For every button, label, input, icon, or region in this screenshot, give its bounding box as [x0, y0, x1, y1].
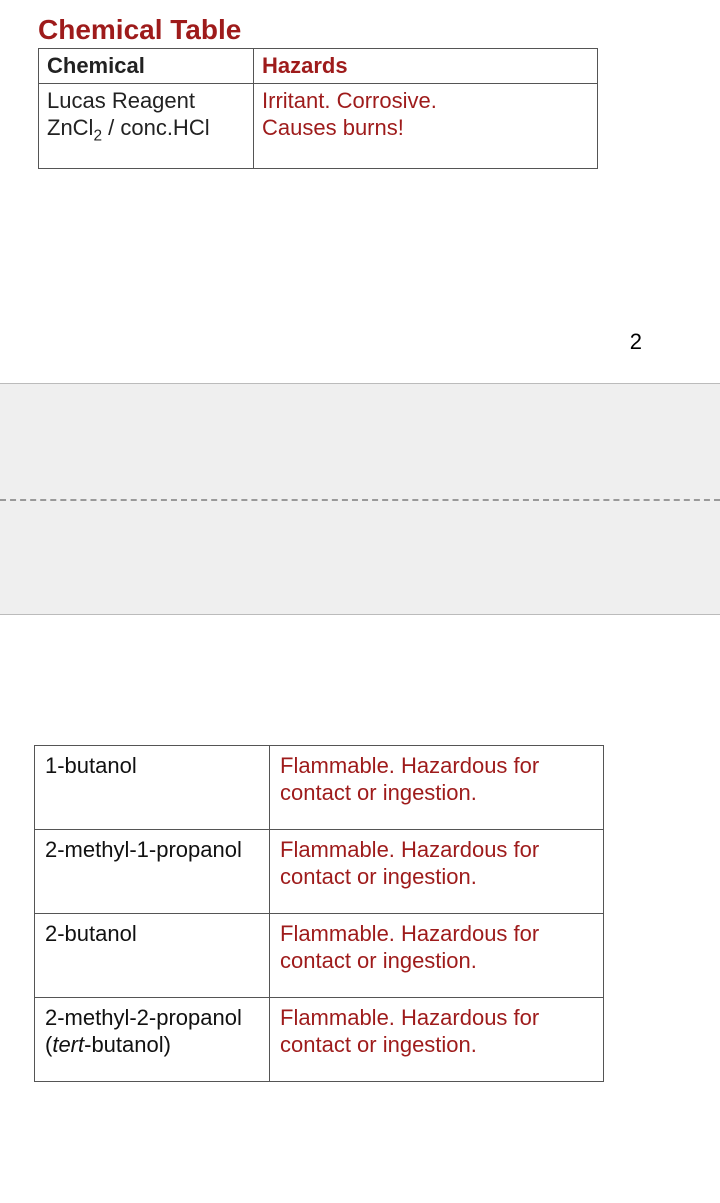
table-row: 2-butanol Flammable. Hazardous for conta… — [35, 913, 604, 997]
chem-line2a: ZnCl — [47, 115, 93, 140]
chemical-cell: 1-butanol — [35, 745, 270, 829]
chem-extra-suffix: -butanol) — [84, 1032, 171, 1057]
chemical-cell: 2-methyl-2-propanol (tert-butanol) — [35, 997, 270, 1081]
header-chemical: Chemical — [39, 49, 254, 84]
chem-subscript: 2 — [93, 127, 102, 144]
haz-line1: Irritant. Corrosive. — [262, 88, 437, 113]
haz-line2: Causes burns! — [262, 115, 404, 140]
hazard-cell: Flammable. Hazardous for contact or inge… — [270, 745, 604, 829]
chemical-table-top: Chemical Hazards Lucas Reagent ZnCl2 / c… — [38, 48, 598, 169]
page-top: Chemical Table Chemical Hazards Lucas Re… — [0, 0, 720, 383]
chem-name: 2-methyl-1-propanol — [45, 837, 242, 862]
chem-extra-ital: tert — [52, 1032, 84, 1057]
table-row: Lucas Reagent ZnCl2 / conc.HCl Irritant.… — [39, 83, 598, 168]
table-row: 2-methyl-2-propanol (tert-butanol) Flamm… — [35, 997, 604, 1081]
page-bottom: 1-butanol Flammable. Hazardous for conta… — [0, 615, 720, 1122]
hazard-cell: Flammable. Hazardous for contact or inge… — [270, 997, 604, 1081]
page-number: 2 — [38, 329, 682, 383]
table-header-row: Chemical Hazards — [39, 49, 598, 84]
header-hazards: Hazards — [254, 49, 598, 84]
table-row: 2-methyl-1-propanol Flammable. Hazardous… — [35, 829, 604, 913]
chemical-cell: Lucas Reagent ZnCl2 / conc.HCl — [39, 83, 254, 168]
hazard-cell: Irritant. Corrosive. Causes burns! — [254, 83, 598, 168]
page-gap — [0, 383, 720, 615]
chem-name: 2-butanol — [45, 921, 137, 946]
section-title: Chemical Table — [38, 14, 682, 46]
chemical-cell: 2-butanol — [35, 913, 270, 997]
hazard-cell: Flammable. Hazardous for contact or inge… — [270, 913, 604, 997]
chem-line1: Lucas Reagent — [47, 88, 195, 113]
table-row: 1-butanol Flammable. Hazardous for conta… — [35, 745, 604, 829]
chemical-table-bottom: 1-butanol Flammable. Hazardous for conta… — [34, 745, 604, 1082]
chem-line2b: / conc.HCl — [102, 115, 210, 140]
chem-name: 1-butanol — [45, 753, 137, 778]
chemical-cell: 2-methyl-1-propanol — [35, 829, 270, 913]
chem-name: 2-methyl-2-propanol — [45, 1005, 242, 1030]
hazard-cell: Flammable. Hazardous for contact or inge… — [270, 829, 604, 913]
